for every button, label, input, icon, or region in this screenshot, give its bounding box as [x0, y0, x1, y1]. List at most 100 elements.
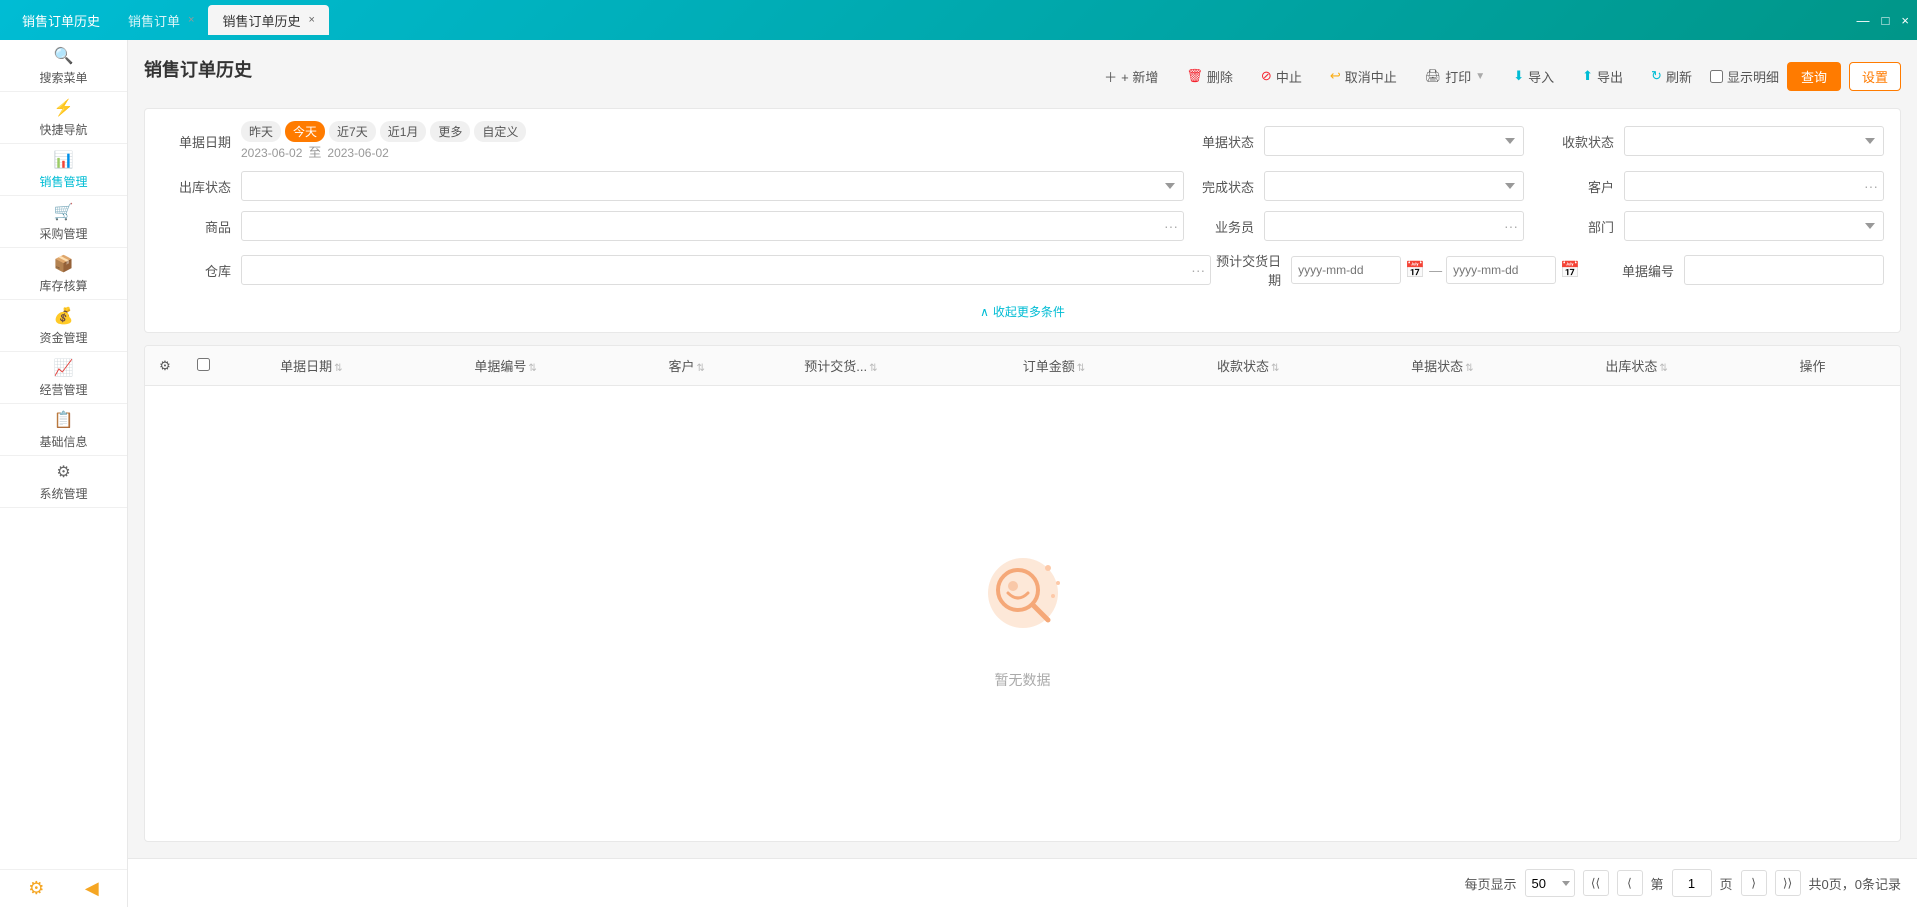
- date-pill-yesterday[interactable]: 昨天: [241, 121, 281, 142]
- cancel-stop-button[interactable]: ↩ 取消中止: [1320, 62, 1407, 91]
- date-col: 昨天 今天 近7天 近1月 更多 自定义 2023-06-02 至 2023-0…: [241, 121, 534, 161]
- first-page-button[interactable]: ⟨⟨: [1583, 870, 1609, 896]
- table-warehouse-status-th[interactable]: 出库状态⇅: [1593, 346, 1787, 386]
- tab-sales-order-history[interactable]: 销售订单历史 ×: [208, 5, 328, 35]
- table-settings-th[interactable]: ⚙: [145, 346, 185, 386]
- table-customer-th[interactable]: 客户⇅: [657, 346, 793, 386]
- sidebar-item-quick-nav[interactable]: ⚡ 快捷导航: [0, 92, 127, 144]
- delivery-date-end-calendar-icon[interactable]: 📅: [1560, 260, 1580, 280]
- payment-status-sort-icon: ⇅: [1271, 363, 1279, 374]
- quick-nav-icon: ⚡: [54, 98, 74, 118]
- sidebar-item-inventory[interactable]: 📦 库存核算: [0, 248, 127, 300]
- per-page-select[interactable]: 50 20 100: [1525, 869, 1575, 897]
- sidebar-item-quick-nav-label: 快捷导航: [39, 121, 87, 138]
- warehouse-status-select[interactable]: [241, 171, 1184, 201]
- sidebar-item-purchase[interactable]: 🛒 采购管理: [0, 196, 127, 248]
- tab-home[interactable]: 销售订单历史: [8, 5, 114, 35]
- stop-button[interactable]: ⊘ 中止: [1251, 62, 1312, 91]
- sidebar-item-system-label: 系统管理: [39, 485, 87, 502]
- date-pill-today[interactable]: 今天: [285, 121, 325, 142]
- warehouse-status-label: 出库状态: [161, 177, 241, 196]
- window-controls: — □ ×: [1857, 13, 1909, 28]
- import-label: 导入: [1528, 67, 1554, 86]
- setting-button[interactable]: 设置: [1849, 62, 1901, 91]
- query-button[interactable]: 查询: [1787, 62, 1841, 91]
- complete-status-select[interactable]: [1264, 171, 1524, 201]
- sidebar-item-system[interactable]: ⚙ 系统管理: [0, 456, 127, 508]
- delivery-date-end-input[interactable]: [1446, 256, 1556, 284]
- sidebar-item-info-label: 基础信息: [39, 433, 87, 450]
- sales-order-history-tab-close[interactable]: ×: [308, 14, 314, 26]
- salesperson-dots-icon[interactable]: ···: [1504, 218, 1518, 234]
- close-icon[interactable]: ×: [1901, 13, 1909, 28]
- table-checkbox-th[interactable]: [185, 346, 268, 386]
- delivery-date-start-input[interactable]: [1291, 256, 1401, 284]
- collapse-up-icon: ∧: [980, 305, 989, 319]
- sales-order-tab-close[interactable]: ×: [188, 14, 194, 26]
- delete-label: 删除: [1207, 67, 1233, 86]
- doc-status-sort-icon: ⇅: [1465, 363, 1473, 374]
- delete-button[interactable]: 🗑 删除: [1176, 62, 1243, 91]
- customer-sort-icon: ⇅: [697, 363, 705, 374]
- sidebar-item-info[interactable]: 📋 基础信息: [0, 404, 127, 456]
- doc-status-label: 单据状态: [1184, 132, 1264, 151]
- salesperson-input[interactable]: [1264, 211, 1524, 241]
- settings-bottom-icon[interactable]: ⚙: [28, 878, 44, 899]
- main-layout: 🔍 搜索菜单 ⚡ 快捷导航 📊 销售管理 🛒 采购管理 📦 库存核算 💰 资金管…: [0, 40, 1917, 907]
- goods-dots-icon[interactable]: ···: [1164, 218, 1178, 234]
- refresh-button[interactable]: ↻ 刷新: [1641, 62, 1702, 91]
- export-button[interactable]: ⬆ 导出: [1572, 62, 1633, 91]
- doc-number-input[interactable]: [1684, 255, 1884, 285]
- sidebar-item-purchase-label: 采购管理: [39, 225, 87, 242]
- print-button[interactable]: 🖨 打印 ▼: [1415, 62, 1495, 91]
- last-page-button[interactable]: ⟩⟩: [1775, 870, 1801, 896]
- prev-page-button[interactable]: ⟨: [1617, 870, 1643, 896]
- date-pill-7days[interactable]: 近7天: [329, 121, 376, 142]
- collapse-row[interactable]: ∧ 收起更多条件: [161, 299, 1884, 320]
- sidebar-item-sales[interactable]: 📊 销售管理: [0, 144, 127, 196]
- doc-status-select[interactable]: [1264, 126, 1524, 156]
- table-doc-status-th[interactable]: 单据状态⇅: [1399, 346, 1593, 386]
- customer-input[interactable]: [1624, 171, 1884, 201]
- print-label: 打印: [1445, 67, 1471, 86]
- sidebar-item-operations[interactable]: 📈 经营管理: [0, 352, 127, 404]
- next-page-button[interactable]: ⟩: [1741, 870, 1767, 896]
- date-pill-1month[interactable]: 近1月: [380, 121, 427, 142]
- date-pill-custom[interactable]: 自定义: [474, 121, 526, 142]
- customer-dots-icon[interactable]: ···: [1864, 178, 1878, 194]
- new-button[interactable]: ＋ + 新增: [1094, 62, 1168, 91]
- tab-sales-order[interactable]: 销售订单 ×: [114, 5, 208, 35]
- display-detail-checkbox-label[interactable]: 显示明细: [1710, 67, 1779, 86]
- current-page-input[interactable]: [1672, 869, 1712, 897]
- table-header-row: ⚙ 单据日期⇅ 单据编号⇅ 客户⇅ 预计交货...⇅ 订单金额⇅ 收款状态⇅ 单…: [145, 346, 1900, 386]
- delivery-date-start-calendar-icon[interactable]: 📅: [1405, 260, 1425, 280]
- table-doc-date-th[interactable]: 单据日期⇅: [268, 346, 462, 386]
- display-detail-checkbox[interactable]: [1710, 70, 1723, 83]
- minimize-icon[interactable]: —: [1857, 13, 1870, 28]
- goods-input[interactable]: [241, 211, 1184, 241]
- sidebar-item-search[interactable]: 🔍 搜索菜单: [0, 40, 127, 92]
- sidebar-bottom: ⚙ ◀: [0, 869, 127, 907]
- sidebar-item-finance[interactable]: 💰 资金管理: [0, 300, 127, 352]
- page-title: 销售订单历史: [144, 56, 252, 82]
- operations-icon: 📈: [54, 358, 74, 378]
- collapse-sidebar-icon[interactable]: ◀: [85, 878, 99, 899]
- date-pill-more[interactable]: 更多: [430, 121, 470, 142]
- sidebar: 🔍 搜索菜单 ⚡ 快捷导航 📊 销售管理 🛒 采购管理 📦 库存核算 💰 资金管…: [0, 40, 128, 907]
- search-icon: 🔍: [54, 46, 74, 66]
- empty-text: 暂无数据: [995, 670, 1051, 690]
- department-select[interactable]: [1624, 211, 1884, 241]
- import-button[interactable]: ⬇ 导入: [1503, 62, 1564, 91]
- new-icon: ＋: [1104, 67, 1117, 86]
- empty-svg: [963, 538, 1083, 658]
- warehouse-dots-icon[interactable]: ···: [1191, 262, 1205, 278]
- select-all-checkbox[interactable]: [197, 358, 210, 371]
- table-delivery-th[interactable]: 预计交货...⇅: [792, 346, 1011, 386]
- maximize-icon[interactable]: □: [1882, 13, 1890, 28]
- payment-status-select[interactable]: [1624, 126, 1884, 156]
- table-doc-number-th[interactable]: 单据编号⇅: [462, 346, 656, 386]
- table-payment-status-th[interactable]: 收款状态⇅: [1205, 346, 1399, 386]
- warehouse-input[interactable]: [241, 255, 1211, 285]
- table-amount-th[interactable]: 订单金额⇅: [1011, 346, 1205, 386]
- toolbar: ＋ + 新增 🗑 删除 ⊘ 中止 ↩ 取消中止: [1094, 62, 1901, 91]
